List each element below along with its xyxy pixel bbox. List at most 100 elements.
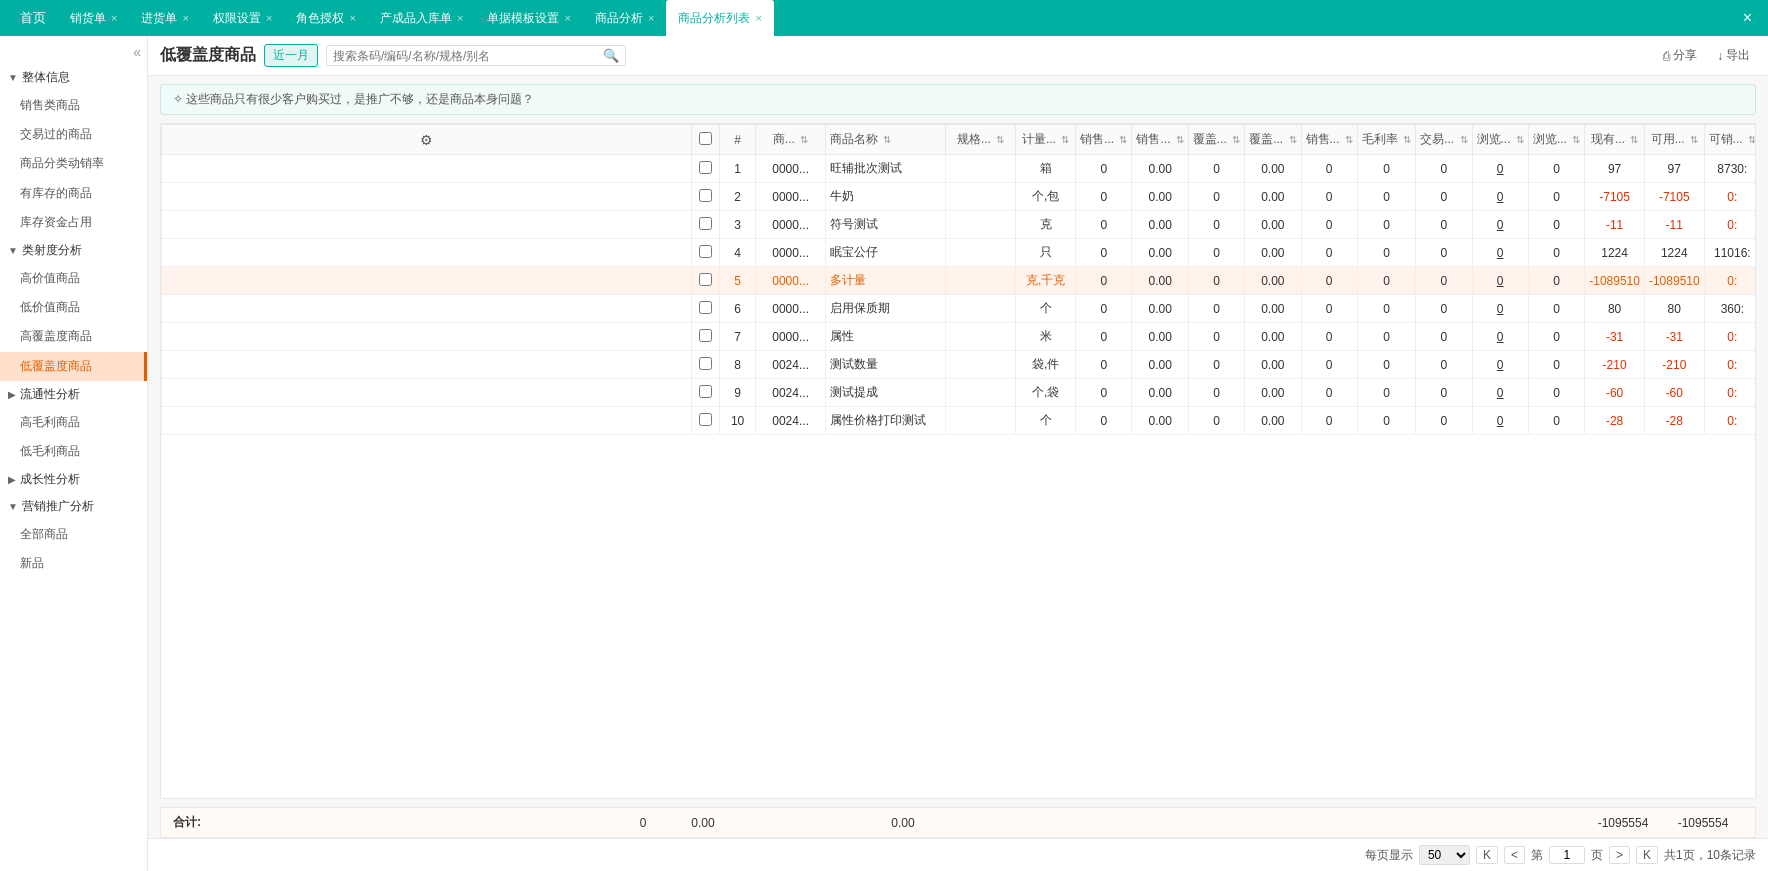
nav-role[interactable]: 角色授权 × [284, 0, 367, 36]
browse1-cell[interactable]: 0 [1472, 323, 1528, 351]
nav-close-sales[interactable]: × [108, 12, 117, 24]
row-checkbox[interactable] [699, 161, 712, 174]
available-column-header[interactable]: 可用... ⇅ [1644, 125, 1704, 155]
sidebar-item-low-value[interactable]: 低价值商品 [0, 293, 147, 322]
browse2-column-header[interactable]: 浏览... ⇅ [1528, 125, 1584, 155]
window-close-button[interactable]: × [1735, 9, 1760, 27]
sidebar-item-all-products[interactable]: 全部商品 [0, 520, 147, 549]
row-checkbox[interactable] [699, 413, 712, 426]
browse1-link[interactable]: 0 [1497, 358, 1504, 372]
spec-column-header[interactable]: 规格... ⇅ [946, 125, 1016, 155]
browse1-cell[interactable]: 0 [1472, 211, 1528, 239]
sidebar-section-growth-analysis[interactable]: ▶ 成长性分析 [0, 466, 147, 493]
saleable-column-header[interactable]: 可销... ⇅ [1704, 125, 1756, 155]
browse1-link[interactable]: 0 [1497, 386, 1504, 400]
sidebar-item-low-profit[interactable]: 低毛利商品 [0, 437, 147, 466]
nav-template[interactable]: 单据模板设置 × [475, 0, 582, 36]
next-page-button[interactable]: > [1609, 846, 1630, 864]
nav-purchase[interactable]: 进货单 × [129, 0, 200, 36]
sidebar-item-has-stock[interactable]: 有库存的商品 [0, 179, 147, 208]
nav-close-product-storage[interactable]: × [454, 12, 463, 24]
search-input[interactable] [333, 49, 603, 63]
browse1-link[interactable]: 0 [1497, 162, 1504, 176]
browse1-cell[interactable]: 0 [1472, 267, 1528, 295]
sidebar-item-high-value[interactable]: 高价值商品 [0, 264, 147, 293]
browse1-cell[interactable]: 0 [1472, 351, 1528, 379]
sales-amt-column-header[interactable]: 销售... ⇅ [1132, 125, 1188, 155]
sales-days-cell: 0 [1301, 407, 1357, 435]
row-checkbox[interactable] [699, 273, 712, 286]
current-stock-column-header[interactable]: 现有... ⇅ [1585, 125, 1645, 155]
last-page-button[interactable]: K [1636, 846, 1658, 864]
prev-page-button[interactable]: < [1504, 846, 1525, 864]
nav-close-role[interactable]: × [346, 12, 355, 24]
row-checkbox[interactable] [699, 245, 712, 258]
page-number-input[interactable] [1549, 846, 1585, 864]
browse1-cell[interactable]: 0 [1472, 295, 1528, 323]
browse1-cell[interactable]: 0 [1472, 183, 1528, 211]
sidebar-item-category-turnover[interactable]: 商品分类动销率 [0, 149, 147, 178]
browse1-link[interactable]: 0 [1497, 330, 1504, 344]
sidebar-item-stock-fund[interactable]: 库存资金占用 [0, 208, 147, 237]
sidebar-item-low-coverage[interactable]: 低覆盖度商品 [0, 352, 147, 381]
row-checkbox[interactable] [699, 357, 712, 370]
nav-sales[interactable]: 销货单 × [58, 0, 129, 36]
nav-analysis-list[interactable]: 商品分析列表 × [666, 0, 773, 36]
checkbox-cell [692, 379, 720, 407]
nav-close-purchase[interactable]: × [179, 12, 188, 24]
browse1-link[interactable]: 0 [1497, 190, 1504, 204]
sidebar-item-high-profit[interactable]: 高毛利商品 [0, 408, 147, 437]
coverage2-column-header[interactable]: 覆盖... ⇅ [1245, 125, 1301, 155]
browse1-cell[interactable]: 0 [1472, 379, 1528, 407]
row-checkbox[interactable] [699, 385, 712, 398]
nav-analysis[interactable]: 商品分析 × [583, 0, 666, 36]
browse1-column-header[interactable]: 浏览... ⇅ [1472, 125, 1528, 155]
browse1-link[interactable]: 0 [1497, 246, 1504, 260]
sidebar-item-new-products[interactable]: 新品 [0, 549, 147, 578]
browse1-link[interactable]: 0 [1497, 274, 1504, 288]
name-column-header[interactable]: 商品名称 ⇅ [826, 125, 946, 155]
settings-column-header[interactable]: ⚙ [162, 125, 692, 155]
trade-column-header[interactable]: 交易... ⇅ [1416, 125, 1472, 155]
nav-close-permission[interactable]: × [263, 12, 272, 24]
browse1-cell[interactable]: 0 [1472, 239, 1528, 267]
row-checkbox[interactable] [699, 301, 712, 314]
nav-product-storage[interactable]: 产成品入库单 × [368, 0, 475, 36]
sidebar-item-sales-category[interactable]: 销售类商品 [0, 91, 147, 120]
select-all-checkbox[interactable] [699, 132, 712, 145]
browse1-cell[interactable]: 0 [1472, 407, 1528, 435]
sidebar-section-category-analysis[interactable]: ▼ 类射度分析 [0, 237, 147, 264]
sidebar-section-marketing-analysis[interactable]: ▼ 营销推广分析 [0, 493, 147, 520]
search-icon[interactable]: 🔍 [603, 48, 619, 63]
export-button[interactable]: ↓ 导出 [1711, 45, 1756, 66]
row-checkbox[interactable] [699, 329, 712, 342]
settings-icon[interactable]: ⚙ [420, 132, 433, 148]
current-cell: -11 [1585, 211, 1645, 239]
browse1-cell[interactable]: 0 [1472, 155, 1528, 183]
sidebar-section-overall[interactable]: ▼ 整体信息 [0, 64, 147, 91]
row-checkbox[interactable] [699, 217, 712, 230]
code-column-header[interactable]: 商... ⇅ [756, 125, 826, 155]
nav-close-template[interactable]: × [561, 12, 570, 24]
unit-column-header[interactable]: 计量... ⇅ [1016, 125, 1076, 155]
sidebar-item-high-coverage[interactable]: 高覆盖度商品 [0, 322, 147, 351]
per-page-select[interactable]: 50 20 100 [1419, 845, 1470, 865]
nav-home[interactable]: 首页 [8, 0, 58, 36]
sales-days-column-header[interactable]: 销售... ⇅ [1301, 125, 1357, 155]
nav-close-analysis[interactable]: × [645, 12, 654, 24]
nav-permission[interactable]: 权限设置 × [201, 0, 284, 36]
browse1-link[interactable]: 0 [1497, 414, 1504, 428]
browse1-link[interactable]: 0 [1497, 218, 1504, 232]
sidebar-section-profit-analysis[interactable]: ▶ 流通性分析 [0, 381, 147, 408]
nav-close-analysis-list[interactable]: × [752, 12, 761, 24]
sidebar-collapse-button[interactable]: « [0, 40, 147, 64]
share-button[interactable]: ⎙ 分享 [1657, 45, 1703, 66]
sidebar-item-traded[interactable]: 交易过的商品 [0, 120, 147, 149]
period-button[interactable]: 近一月 [264, 44, 318, 67]
gross-rate-column-header[interactable]: 毛利率 ⇅ [1357, 125, 1415, 155]
row-checkbox[interactable] [699, 189, 712, 202]
browse1-link[interactable]: 0 [1497, 302, 1504, 316]
first-page-button[interactable]: K [1476, 846, 1498, 864]
coverage1-column-header[interactable]: 覆盖... ⇅ [1188, 125, 1244, 155]
sales-qty-column-header[interactable]: 销售... ⇅ [1076, 125, 1132, 155]
